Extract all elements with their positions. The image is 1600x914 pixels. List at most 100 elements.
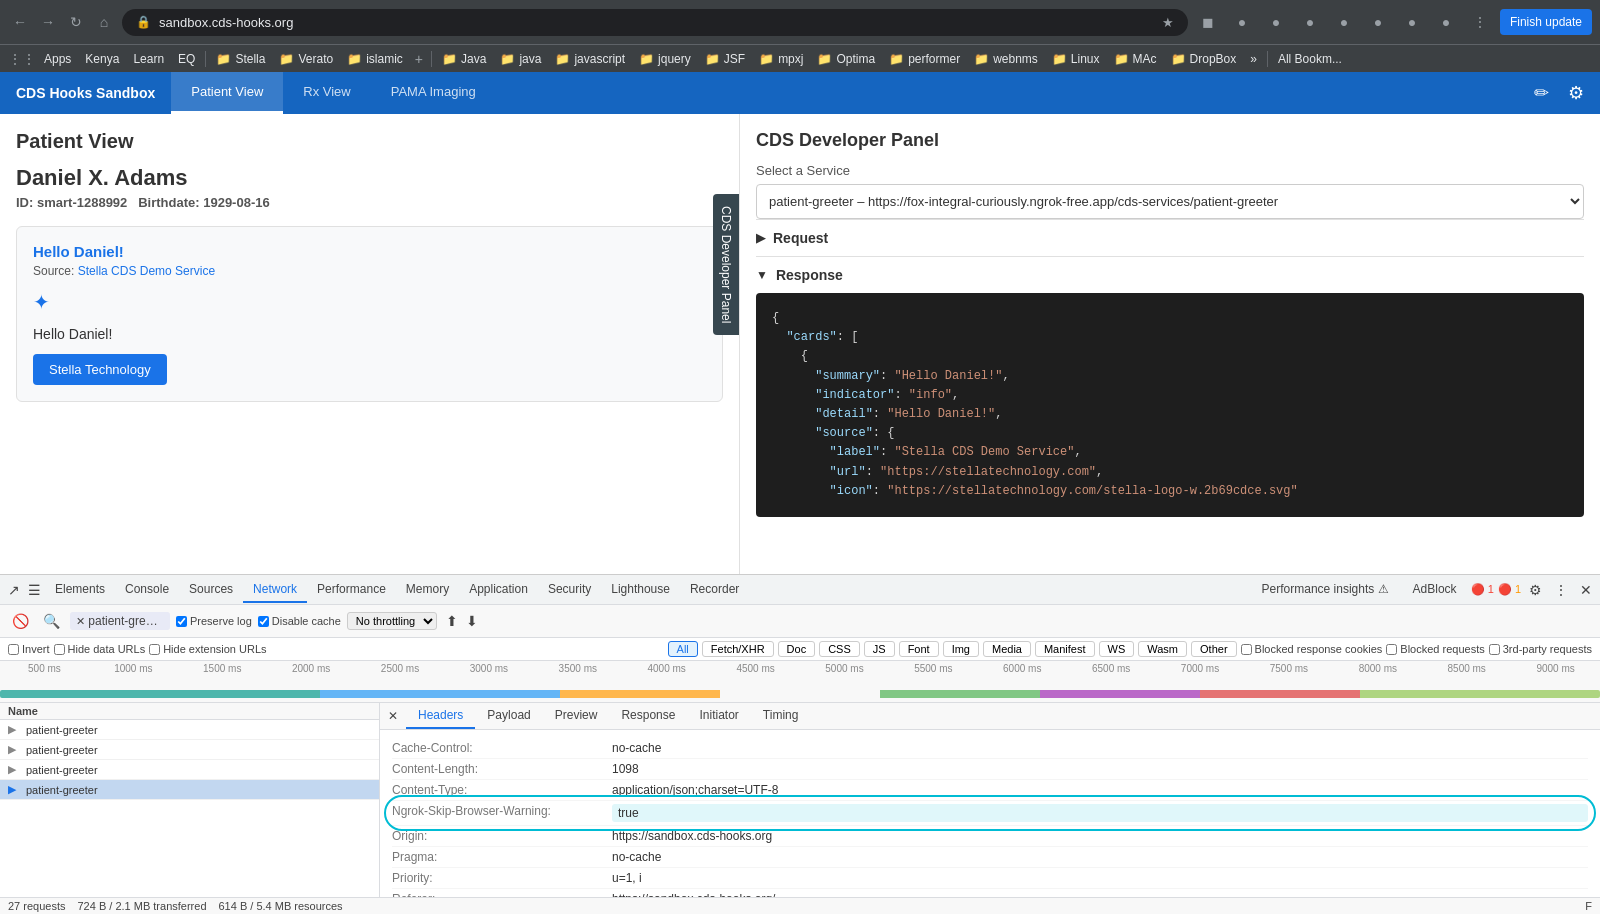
bookmark-dropbox[interactable]: 📁 DropBox bbox=[1165, 50, 1243, 68]
invert-checkbox[interactable] bbox=[8, 644, 19, 655]
devtools-close-btn[interactable]: ✕ bbox=[1576, 578, 1596, 602]
bookmark-apps[interactable]: Apps bbox=[38, 50, 77, 68]
devtools-tab-console[interactable]: Console bbox=[115, 577, 179, 603]
detail-tab-preview[interactable]: Preview bbox=[543, 703, 610, 729]
devtools-tab-elements[interactable]: Elements bbox=[45, 577, 115, 603]
bookmark-performer[interactable]: 📁 performer bbox=[883, 50, 966, 68]
address-bar[interactable]: 🔒 sandbox.cds-hooks.org ★ bbox=[122, 9, 1188, 36]
detail-tab-headers[interactable]: Headers bbox=[406, 703, 475, 729]
disable-cache-checkbox[interactable] bbox=[258, 616, 269, 627]
bookmark-jquery[interactable]: 📁 jquery bbox=[633, 50, 697, 68]
upload-icon-btn[interactable]: ⬆ bbox=[443, 611, 461, 631]
extension-btn4[interactable]: ● bbox=[1296, 8, 1324, 36]
devtools-settings-btn[interactable]: ⚙ bbox=[1525, 578, 1546, 602]
devtools-tab-recorder[interactable]: Recorder bbox=[680, 577, 749, 603]
detail-tab-response[interactable]: Response bbox=[609, 703, 687, 729]
extension-btn6[interactable]: ● bbox=[1364, 8, 1392, 36]
filter-img[interactable]: Img bbox=[943, 641, 979, 657]
network-row-1[interactable]: ▶ patient-greeter bbox=[0, 720, 379, 740]
filter-name-x[interactable]: ✕ bbox=[76, 615, 85, 628]
third-party-checkbox[interactable] bbox=[1489, 644, 1500, 655]
tab-pama-imaging[interactable]: PAMA Imaging bbox=[371, 72, 496, 114]
clear-network-btn[interactable]: 🚫 bbox=[8, 611, 33, 631]
extension-btn2[interactable]: ● bbox=[1228, 8, 1256, 36]
preserve-log-checkbox[interactable] bbox=[176, 616, 187, 627]
extension-btn8[interactable]: ● bbox=[1432, 8, 1460, 36]
network-row-4[interactable]: ▶ patient-greeter bbox=[0, 780, 379, 800]
devtools-more-btn[interactable]: ⋮ bbox=[1550, 578, 1572, 602]
blocked-response-checkbox[interactable] bbox=[1241, 644, 1252, 655]
bookmark-mpxj[interactable]: 📁 mpxj bbox=[753, 50, 809, 68]
tab-rx-view[interactable]: Rx View bbox=[283, 72, 370, 114]
edit-button[interactable]: ✏ bbox=[1526, 78, 1557, 108]
devtools-tab-security[interactable]: Security bbox=[538, 577, 601, 603]
devtools-tab-sources[interactable]: Sources bbox=[179, 577, 243, 603]
bookmark-verato[interactable]: 📁 Verato bbox=[273, 50, 339, 68]
settings-button[interactable]: ⚙ bbox=[1560, 78, 1592, 108]
blocked-response-label[interactable]: Blocked response cookies bbox=[1241, 643, 1383, 655]
third-party-label[interactable]: 3rd-party requests bbox=[1489, 643, 1592, 655]
extension-btn5[interactable]: ● bbox=[1330, 8, 1358, 36]
bookmark-islamic[interactable]: 📁 islamic bbox=[341, 50, 409, 68]
stella-technology-button[interactable]: Stella Technology bbox=[33, 354, 167, 385]
hide-extension-urls-checkbox[interactable] bbox=[149, 644, 160, 655]
devtools-pointer-btn[interactable]: ↗ bbox=[4, 578, 24, 602]
throttle-select[interactable]: No throttling bbox=[347, 612, 437, 630]
hide-extension-urls-label[interactable]: Hide extension URLs bbox=[149, 643, 266, 655]
extension-btn[interactable]: ◼ bbox=[1194, 8, 1222, 36]
filter-wasm[interactable]: Wasm bbox=[1138, 641, 1187, 657]
disable-cache-label[interactable]: Disable cache bbox=[258, 615, 341, 627]
devtools-tab-performance[interactable]: Performance bbox=[307, 577, 396, 603]
invert-label[interactable]: Invert bbox=[8, 643, 50, 655]
extension-btn7[interactable]: ● bbox=[1398, 8, 1426, 36]
detail-tab-initiator[interactable]: Initiator bbox=[687, 703, 750, 729]
source-link[interactable]: Stella CDS Demo Service bbox=[78, 264, 215, 278]
forward-button[interactable]: → bbox=[36, 10, 60, 34]
add-bookmark-icon[interactable]: + bbox=[411, 51, 427, 67]
more-bookmarks[interactable]: » bbox=[1244, 50, 1263, 68]
filter-media[interactable]: Media bbox=[983, 641, 1031, 657]
response-section[interactable]: ▼ Response bbox=[756, 256, 1584, 293]
devtools-tab-lighthouse[interactable]: Lighthouse bbox=[601, 577, 680, 603]
blocked-requests-label[interactable]: Blocked requests bbox=[1386, 643, 1484, 655]
extension-btn3[interactable]: ● bbox=[1262, 8, 1290, 36]
network-row-3[interactable]: ▶ patient-greeter bbox=[0, 760, 379, 780]
devtools-inspect-btn[interactable]: ☰ bbox=[24, 578, 45, 602]
bookmark-jsf[interactable]: 📁 JSF bbox=[699, 50, 751, 68]
bookmark-javascript[interactable]: 📁 javascript bbox=[549, 50, 631, 68]
bookmark-learn[interactable]: Learn bbox=[127, 50, 170, 68]
tab-patient-view[interactable]: Patient View bbox=[171, 72, 283, 114]
bookmark-mac[interactable]: 📁 MAc bbox=[1108, 50, 1163, 68]
bookmark-java2[interactable]: 📁 java bbox=[494, 50, 547, 68]
filter-manifest[interactable]: Manifest bbox=[1035, 641, 1095, 657]
request-section[interactable]: ▶ Request bbox=[756, 219, 1584, 256]
filter-css[interactable]: CSS bbox=[819, 641, 860, 657]
filter-js[interactable]: JS bbox=[864, 641, 895, 657]
home-button[interactable]: ⌂ bbox=[92, 10, 116, 34]
filter-font[interactable]: Font bbox=[899, 641, 939, 657]
filter-other[interactable]: Other bbox=[1191, 641, 1237, 657]
devtools-tab-perf-insights[interactable]: Performance insights ⚠ bbox=[1252, 577, 1399, 603]
service-select[interactable]: patient-greeter – https://fox-integral-c… bbox=[756, 184, 1584, 219]
detail-tab-timing[interactable]: Timing bbox=[751, 703, 811, 729]
filter-ws[interactable]: WS bbox=[1099, 641, 1135, 657]
bookmark-kenya[interactable]: Kenya bbox=[79, 50, 125, 68]
search-network-btn[interactable]: 🔍 bbox=[39, 609, 64, 633]
bookmark-optima[interactable]: 📁 Optima bbox=[811, 50, 881, 68]
download-icon-btn[interactable]: ⬇ bbox=[463, 611, 481, 631]
devtools-tab-adblock[interactable]: AdBlock bbox=[1403, 577, 1467, 603]
refresh-button[interactable]: ↻ bbox=[64, 10, 88, 34]
blocked-requests-checkbox[interactable] bbox=[1386, 644, 1397, 655]
bookmark-webnms[interactable]: 📁 webnms bbox=[968, 50, 1044, 68]
bookmark-stella[interactable]: 📁 Stella bbox=[210, 50, 271, 68]
bookmark-java[interactable]: 📁 Java bbox=[436, 50, 492, 68]
filter-fetch-xhr[interactable]: Fetch/XHR bbox=[702, 641, 774, 657]
all-bookmarks[interactable]: All Bookm... bbox=[1272, 50, 1348, 68]
detail-tab-payload[interactable]: Payload bbox=[475, 703, 542, 729]
cds-side-tab[interactable]: CDS Developer Panel bbox=[713, 194, 739, 335]
filter-doc[interactable]: Doc bbox=[778, 641, 816, 657]
hide-data-urls-label[interactable]: Hide data URLs bbox=[54, 643, 146, 655]
detail-close-btn[interactable]: ✕ bbox=[380, 703, 406, 729]
filter-all[interactable]: All bbox=[668, 641, 698, 657]
bookmark-eq[interactable]: EQ bbox=[172, 50, 201, 68]
